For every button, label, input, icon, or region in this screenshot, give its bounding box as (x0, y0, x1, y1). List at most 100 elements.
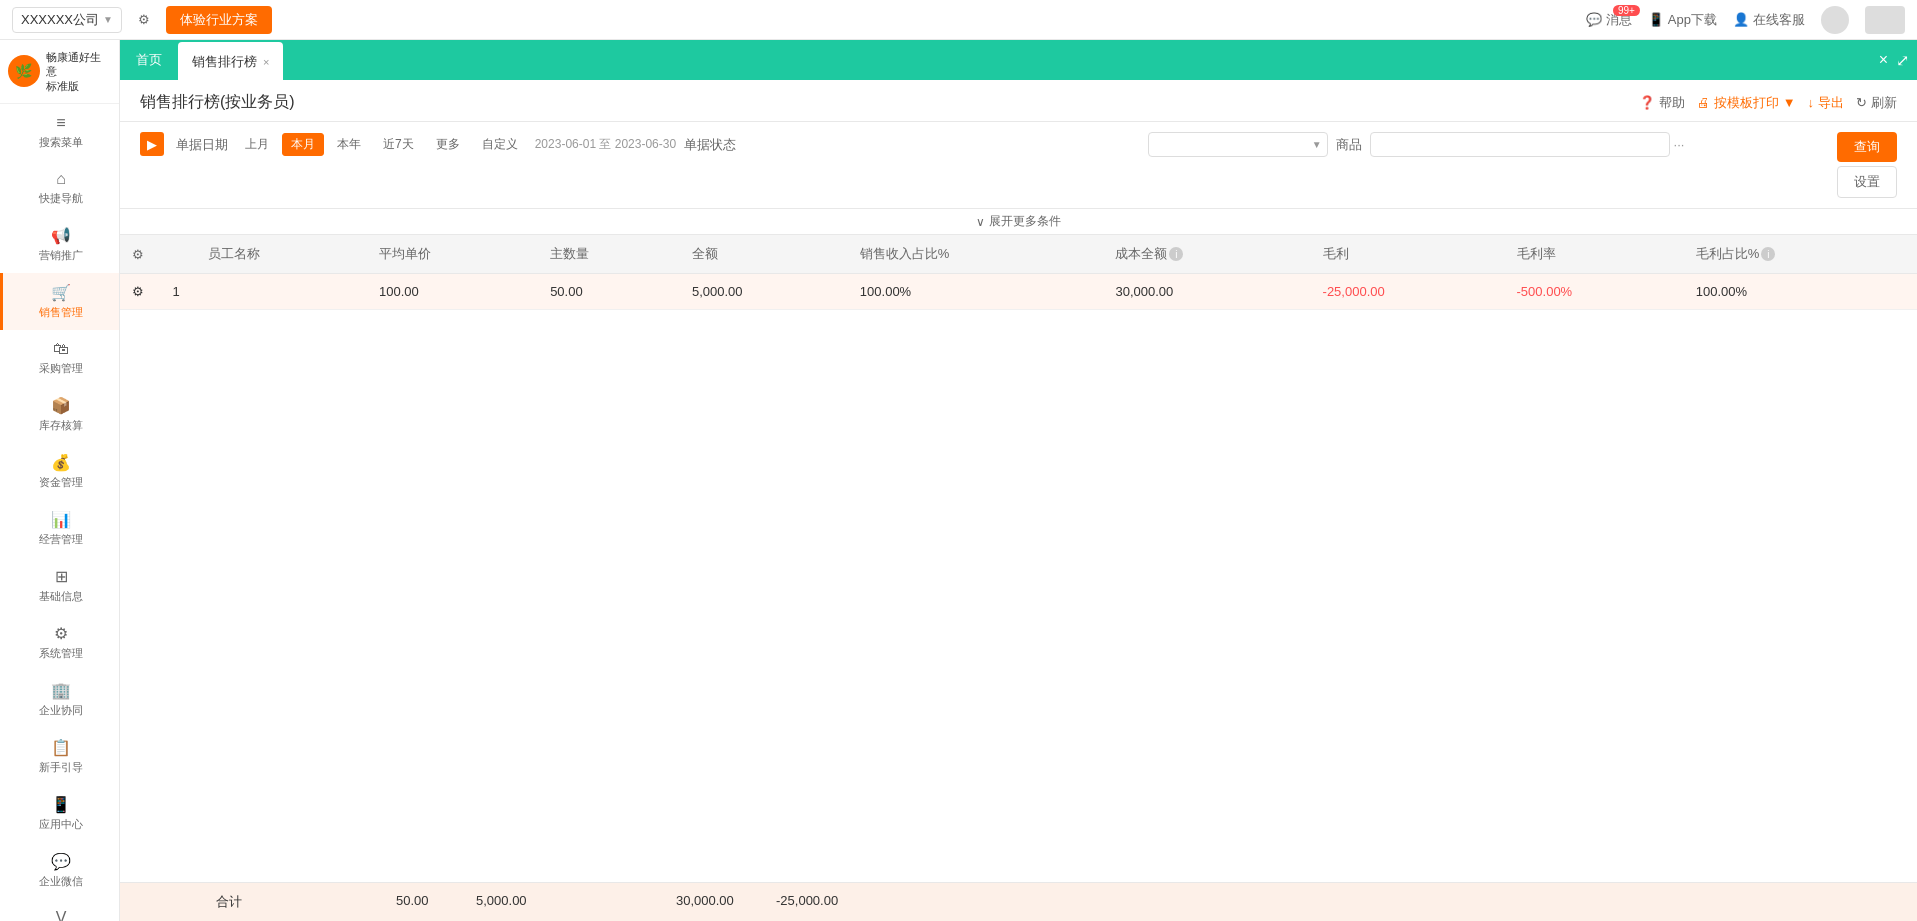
inventory-icon: 📦 (51, 396, 71, 415)
tab-close-icon[interactable]: × (263, 56, 269, 68)
gross-ratio-info-icon[interactable]: i (1761, 247, 1775, 261)
row-main-qty-0: 50.00 (538, 274, 680, 310)
sales-icon: 🛒 (51, 283, 71, 302)
row-rank-0: 1 (156, 274, 196, 310)
status-select-wrapper: ▼ (1148, 132, 1328, 157)
refresh-btn[interactable]: ↻ 刷新 (1856, 94, 1897, 112)
sidebar-item-finance[interactable]: 💰资金管理 (0, 443, 119, 500)
table-header-row: ⚙ 员工名称 平均单价 主数量 全额 销售收入占比% 成本全额 i (120, 235, 1917, 274)
col-main-qty: 主数量 (538, 235, 680, 274)
avatar[interactable] (1821, 6, 1849, 34)
window-maximize-icon[interactable]: ⤢ (1896, 51, 1909, 70)
table-body: ⚙ 1 100.00 50.00 5,000.00 100.00% 30,000… (120, 274, 1917, 310)
user-name-placeholder (1865, 6, 1905, 34)
app-download-btn[interactable]: 📱 App下载 (1648, 11, 1717, 29)
footer-label: 合计 (204, 893, 304, 911)
message-badge: 99+ (1613, 5, 1640, 16)
company-name: XXXXXX公司 (21, 11, 99, 29)
table-row: ⚙ 1 100.00 50.00 5,000.00 100.00% 30,000… (120, 274, 1917, 310)
sidebar-item-app-center[interactable]: 📱应用中心 (0, 785, 119, 842)
table-section: ⚙ 员工名称 平均单价 主数量 全额 销售收入占比% 成本全额 i (120, 235, 1917, 882)
basic-icon: ⊞ (55, 567, 68, 586)
company-select[interactable]: XXXXXX公司 ▼ (12, 7, 122, 33)
print-chevron-icon: ▼ (1783, 95, 1796, 110)
online-service-btn[interactable]: 👤 在线客服 (1733, 11, 1805, 29)
topbar-settings-icon[interactable]: ⚙ (130, 6, 158, 34)
filter-toggle-btn[interactable]: ▶ (140, 132, 164, 156)
help-btn[interactable]: ❓ 帮助 (1639, 94, 1685, 112)
row-settings-0[interactable]: ⚙ (120, 274, 156, 310)
sidebar-item-basic[interactable]: ⊞基础信息 (0, 557, 119, 614)
sidebar: 🌿 畅康通好生意 标准版 ≡ 搜索菜单 ⌂快捷导航📢营销推广🛒销售管理🛍采购管理📦库… (0, 40, 120, 921)
logo-text: 畅康通好生意 标准版 (46, 50, 111, 93)
print-icon: 🖨 (1697, 95, 1710, 110)
sidebar-item-label: 企业协同 (39, 703, 83, 718)
sidebar-item-label: 经营管理 (39, 532, 83, 547)
enterprise-collab-icon: 🏢 (51, 681, 71, 700)
goods-more-icon[interactable]: ··· (1674, 137, 1685, 152)
table-footer: 合计 50.00 5,000.00 30,000.00 -25,000.00 (120, 882, 1917, 921)
date-range-text: 2023-06-01 至 2023-06-30 (535, 136, 676, 153)
sidebar-item-marketing[interactable]: 📢营销推广 (0, 216, 119, 273)
date-btn-more[interactable]: 更多 (427, 133, 469, 156)
footer-rank-spacer (164, 893, 204, 911)
sidebar-item-wechat[interactable]: 💬企业微信 (0, 842, 119, 899)
col-settings[interactable]: ⚙ (120, 235, 156, 274)
tab-home[interactable]: 首页 (120, 40, 178, 80)
sidebar-item-label: 营销推广 (39, 248, 83, 263)
sidebar-item-label: 应用中心 (39, 817, 83, 832)
date-btn-current-month[interactable]: 本月 (282, 133, 324, 156)
sidebar-item-newbie[interactable]: 📋新手引导 (0, 728, 119, 785)
row-gross-rate-0: -500.00% (1505, 274, 1684, 310)
sidebar-item-quick-nav[interactable]: ⌂快捷导航 (0, 160, 119, 216)
sidebar-item-operation[interactable]: 📊 经营管理 (0, 500, 119, 557)
message-btn[interactable]: 💬 消息 99+ (1586, 11, 1632, 29)
search-order-icon: ≡ (56, 114, 65, 132)
member-icon: V (56, 909, 67, 921)
window-close-icon[interactable]: × (1879, 51, 1888, 69)
sidebar-nav: ≡ 搜索菜单 ⌂快捷导航📢营销推广🛒销售管理🛍采购管理📦库存核算💰资金管理 📊 经营管理… (0, 104, 119, 921)
date-btn-7days[interactable]: 近7天 (374, 133, 423, 156)
row-gross-ratio-0: 100.00% (1684, 274, 1917, 310)
operation-icon: 📊 (51, 510, 71, 529)
row-avg-price-0: 100.00 (367, 274, 538, 310)
sidebar-item-system[interactable]: ⚙系统管理 (0, 614, 119, 671)
row-sales-ratio-0: 100.00% (848, 274, 1104, 310)
page-content: 销售排行榜(按业务员) ❓ 帮助 🖨 按模板打印 ▼ ↓ 导出 (120, 80, 1917, 921)
cost-info-icon[interactable]: i (1169, 247, 1183, 261)
sidebar-item-inventory[interactable]: 📦库存核算 (0, 386, 119, 443)
date-btn-last-month[interactable]: 上月 (236, 133, 278, 156)
system-icon: ⚙ (54, 624, 68, 643)
status-select[interactable] (1148, 132, 1328, 157)
page-title: 销售排行榜(按业务员) (140, 92, 295, 113)
trial-button[interactable]: 体验行业方案 (166, 6, 272, 34)
col-gross-ratio: 毛利占比% i (1684, 235, 1917, 274)
status-label: 单据状态 (684, 136, 1139, 154)
print-btn[interactable]: 🖨 按模板打印 ▼ (1697, 94, 1796, 112)
export-btn[interactable]: ↓ 导出 (1808, 94, 1845, 112)
sidebar-item-search-order[interactable]: ≡ 搜索菜单 (0, 104, 119, 160)
sidebar-item-enterprise-collab[interactable]: 🏢 企业协同 (0, 671, 119, 728)
query-button[interactable]: 查询 (1837, 132, 1897, 162)
date-btn-custom[interactable]: 自定义 (473, 133, 527, 156)
expand-more-btn[interactable]: ∨ 展开更多条件 (976, 213, 1061, 230)
settings-page-button[interactable]: 设置 (1837, 166, 1897, 198)
data-table: ⚙ 员工名称 平均单价 主数量 全额 销售收入占比% 成本全额 i (120, 235, 1917, 310)
sidebar-item-sales[interactable]: 🛒销售管理 (0, 273, 119, 330)
col-employee: 员工名称 (196, 235, 367, 274)
sidebar-item-purchase[interactable]: 🛍采购管理 (0, 330, 119, 386)
row-amount-0: 5,000.00 (680, 274, 848, 310)
export-icon: ↓ (1808, 95, 1815, 110)
finance-icon: 💰 (51, 453, 71, 472)
sidebar-item-member[interactable]: V畅会员 (0, 899, 119, 921)
quick-nav-icon: ⌂ (56, 170, 66, 188)
footer-gross: -25,000.00 (764, 893, 864, 911)
date-btn-current-year[interactable]: 本年 (328, 133, 370, 156)
row-cost-amount-0: 30,000.00 (1103, 274, 1310, 310)
expand-icon: ∨ (976, 215, 985, 229)
logo-icon: 🌿 (8, 55, 40, 87)
footer-cost-amount: 30,000.00 (664, 893, 764, 911)
sidebar-item-label: 搜索菜单 (39, 135, 83, 150)
goods-input[interactable] (1370, 132, 1670, 157)
tab-sales-ranking[interactable]: 销售排行榜 × (178, 42, 283, 82)
